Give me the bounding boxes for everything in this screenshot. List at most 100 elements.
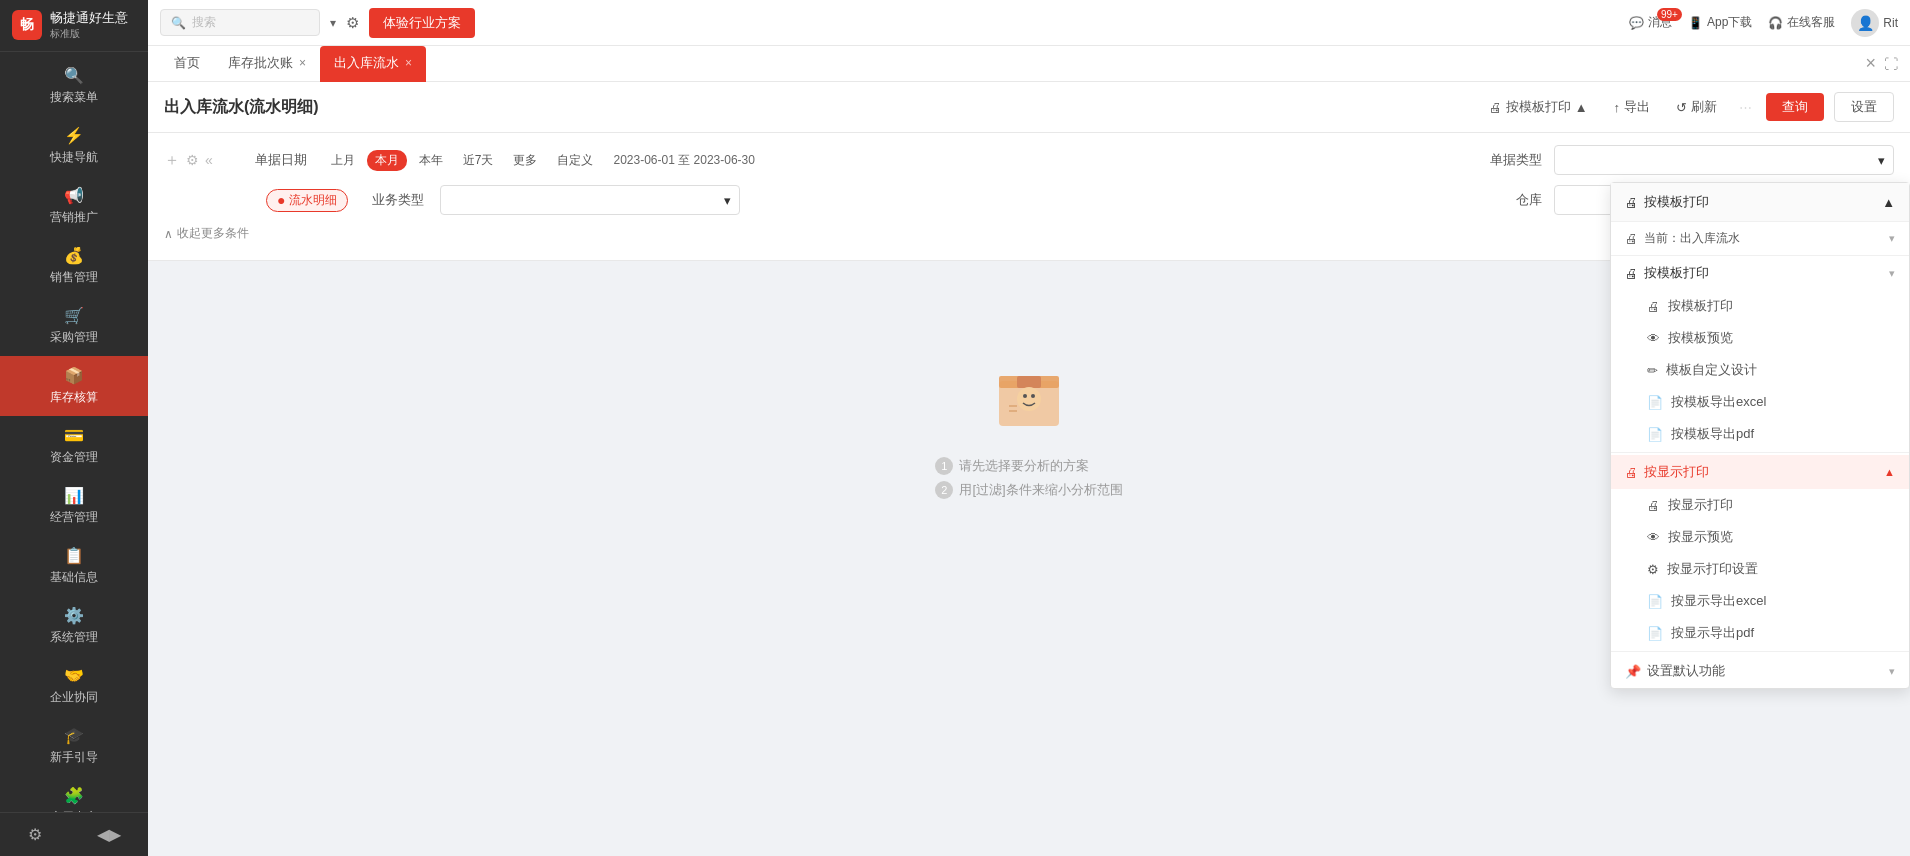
display-excel-icon: 📄 xyxy=(1647,594,1663,609)
topbar-search-icon: 🔍 xyxy=(171,16,186,30)
topbar-dropdown-chevron[interactable]: ▾ xyxy=(330,16,336,30)
shortcut-last-month[interactable]: 上月 xyxy=(323,150,363,171)
tab-inventory-flow-label: 出入库流水 xyxy=(334,54,399,72)
shortcut-7days[interactable]: 近7天 xyxy=(455,150,502,171)
display-print-item[interactable]: 🖨 按显示打印 xyxy=(1611,489,1909,521)
sidebar-bottom: ⚙ ◀▶ xyxy=(0,812,148,856)
marketing-icon: 📢 xyxy=(64,186,84,205)
query-btn[interactable]: 查询 xyxy=(1766,93,1824,121)
template-print-section-icon: 🖨 xyxy=(1625,266,1638,281)
chevron-dropdown-up: ▲ xyxy=(1882,195,1895,210)
date-shortcuts: 上月 本月 本年 近7天 更多 自定义 2023-06-01 至 2023-06… xyxy=(323,150,755,171)
export-btn[interactable]: ↑ 导出 xyxy=(1606,94,1659,120)
settings-btn[interactable]: 设置 xyxy=(1834,92,1894,122)
sidebar-item-app-center[interactable]: 🧩 应用中心 xyxy=(0,776,148,812)
printer-dropdown-icon: 🖨 xyxy=(1625,195,1638,210)
sales-icon: 💰 xyxy=(64,246,84,265)
topbar-search[interactable]: 🔍 搜索 xyxy=(160,9,320,36)
set-default-btn[interactable]: 📌 设置默认功能 xyxy=(1625,662,1725,680)
filter-biz-type-select[interactable]: ▾ xyxy=(440,185,740,215)
sidebar-item-tutorial[interactable]: 🎓 新手引导 xyxy=(0,716,148,776)
filter-row-date: ＋ ⚙ « 单据日期 上月 本月 本年 近7天 更多 自定义 2023-06-0… xyxy=(164,145,1894,175)
sidebar-item-label: 搜索菜单 xyxy=(50,89,98,106)
template-print-chevron: ▾ xyxy=(1889,267,1895,280)
menu-toggle-btn[interactable]: ◀▶ xyxy=(97,825,121,844)
sidebar-item-enterprise[interactable]: 🤝 企业协同 xyxy=(0,656,148,716)
display-print-icon: 🖨 xyxy=(1647,498,1660,513)
inventory-icon: 📦 xyxy=(64,366,84,385)
sidebar-item-label: 系统管理 xyxy=(50,629,98,646)
template-print-section: 🖨 按模板打印 ▾ 🖨 按模板打印 👁 按模板预览 ✏ 模板自定义设计 xyxy=(1611,256,1909,450)
display-print-settings-item[interactable]: ⚙ 按显示打印设置 xyxy=(1611,553,1909,585)
filter-date-label: 单据日期 xyxy=(237,151,307,169)
search-nav-icon: 🔍 xyxy=(64,66,84,85)
page-title: 出入库流水(流水明细) xyxy=(164,97,319,118)
shortcut-custom[interactable]: 自定义 xyxy=(549,150,601,171)
sidebar-item-sales[interactable]: 💰 销售管理 xyxy=(0,236,148,296)
sidebar-item-basic[interactable]: 📋 基础信息 xyxy=(0,536,148,596)
industry-btn[interactable]: 体验行业方案 xyxy=(369,8,475,38)
page-header: 出入库流水(流水明细) 🖨 按模板打印 ▲ ↑ 导出 ↺ 刷新 ⋯ 查询 设置 xyxy=(148,82,1910,133)
settings-bottom-btn[interactable]: ⚙ xyxy=(28,825,42,844)
topbar-gear-icon[interactable]: ⚙ xyxy=(346,14,359,32)
filter-active-tag[interactable]: ● 流水明细 xyxy=(266,189,348,212)
sidebar-item-marketing[interactable]: 📢 营销推广 xyxy=(0,176,148,236)
topbar-search-placeholder: 搜索 xyxy=(192,14,216,31)
empty-illustration xyxy=(979,341,1079,441)
system-icon: ⚙️ xyxy=(64,606,84,625)
template-print-section-label: 按模板打印 xyxy=(1644,264,1709,282)
display-excel-item[interactable]: 📄 按显示导出excel xyxy=(1611,585,1909,617)
user-avatar-btn[interactable]: 👤 Rit xyxy=(1851,9,1898,37)
collapse-up-icon: ∧ xyxy=(164,227,173,241)
sidebar-item-search[interactable]: 🔍 搜索菜单 xyxy=(0,56,148,116)
shortcut-more[interactable]: 更多 xyxy=(505,150,545,171)
operations-icon: 📊 xyxy=(64,486,84,505)
tab-home[interactable]: 首页 xyxy=(160,46,214,82)
filter-collapse-icon[interactable]: « xyxy=(205,152,213,168)
shortcut-this-month[interactable]: 本月 xyxy=(367,150,407,171)
filter-type-select[interactable]: ▾ xyxy=(1554,145,1894,175)
message-btn[interactable]: 💬 消息 99+ xyxy=(1629,14,1672,31)
display-preview-item[interactable]: 👁 按显示预览 xyxy=(1611,521,1909,553)
sidebar-item-operations[interactable]: 📊 经营管理 xyxy=(0,476,148,536)
tab-inventory-flow[interactable]: 出入库流水 × xyxy=(320,46,426,82)
shortcut-this-year[interactable]: 本年 xyxy=(411,150,451,171)
dropdown-footer: 📌 设置默认功能 ▾ xyxy=(1611,654,1909,688)
dropdown-footer-divider xyxy=(1611,651,1909,652)
step2-num: 2 xyxy=(935,481,953,499)
template-print-section-header[interactable]: 🖨 按模板打印 ▾ xyxy=(1611,256,1909,290)
template-pdf-item[interactable]: 📄 按模板导出pdf xyxy=(1611,418,1909,450)
tutorial-icon: 🎓 xyxy=(64,726,84,745)
refresh-btn[interactable]: ↺ 刷新 xyxy=(1668,94,1725,120)
window-close-btn[interactable]: × xyxy=(1865,53,1876,74)
filter-add-btn[interactable]: ＋ xyxy=(164,150,180,171)
template-preview-item[interactable]: 👁 按模板预览 xyxy=(1611,322,1909,354)
refresh-icon: ↺ xyxy=(1676,100,1687,115)
template-custom-item[interactable]: ✏ 模板自定义设计 xyxy=(1611,354,1909,386)
quick-nav-icon: ⚡ xyxy=(64,126,84,145)
sidebar-item-quick-nav[interactable]: ⚡ 快捷导航 xyxy=(0,116,148,176)
template-excel-item[interactable]: 📄 按模板导出excel xyxy=(1611,386,1909,418)
sidebar-item-label: 营销推广 xyxy=(50,209,98,226)
export-icon: ↑ xyxy=(1614,100,1621,115)
sidebar-item-finance[interactable]: 💳 资金管理 xyxy=(0,416,148,476)
app-center-icon: 🧩 xyxy=(64,786,84,805)
app-download-btn[interactable]: 📱 App下载 xyxy=(1688,14,1752,31)
display-print-section-header[interactable]: 🖨 按显示打印 ▲ xyxy=(1611,455,1909,489)
empty-step-2: 2 用[过滤]条件来缩小分析范围 xyxy=(935,481,1122,499)
print-template-btn[interactable]: 🖨 按模板打印 ▲ xyxy=(1481,94,1596,120)
tab-inventory-flow-close[interactable]: × xyxy=(405,56,412,70)
sidebar-item-system[interactable]: ⚙️ 系统管理 xyxy=(0,596,148,656)
online-service-btn[interactable]: 🎧 在线客服 xyxy=(1768,14,1835,31)
sidebar-item-label: 资金管理 xyxy=(50,449,98,466)
sidebar-item-inventory[interactable]: 📦 库存核算 xyxy=(0,356,148,416)
sidebar-item-purchase[interactable]: 🛒 采购管理 xyxy=(0,296,148,356)
filter-config-icon[interactable]: ⚙ xyxy=(186,152,199,168)
sidebar-item-label: 经营管理 xyxy=(50,509,98,526)
tab-batch-account[interactable]: 库存批次账 × xyxy=(214,46,320,82)
window-maximize-btn[interactable]: ⛶ xyxy=(1884,56,1898,72)
template-print-item-icon: 🖨 xyxy=(1647,299,1660,314)
tab-batch-account-close[interactable]: × xyxy=(299,56,306,70)
template-print-item[interactable]: 🖨 按模板打印 xyxy=(1611,290,1909,322)
display-pdf-item[interactable]: 📄 按显示导出pdf xyxy=(1611,617,1909,649)
